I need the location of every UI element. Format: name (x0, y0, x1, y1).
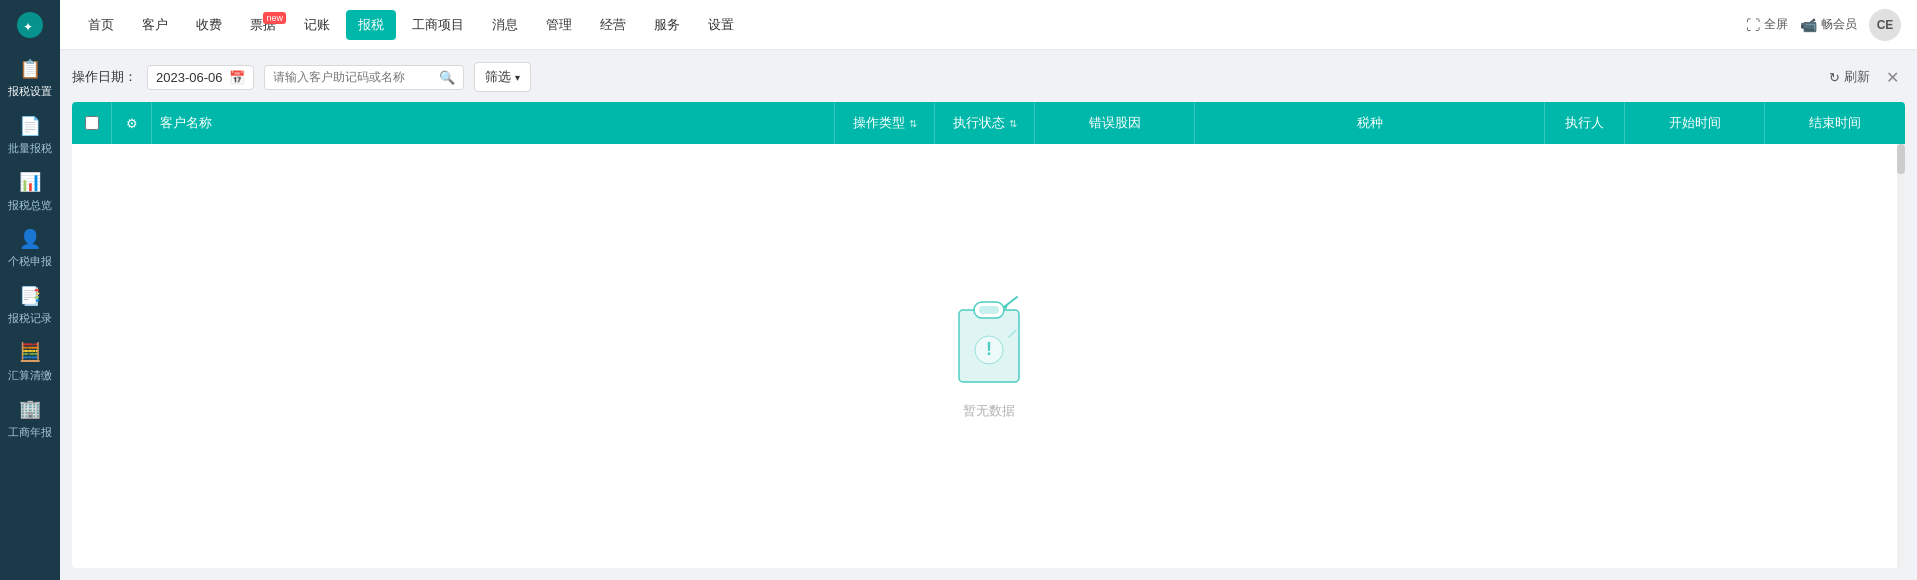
nav-fee[interactable]: 收费 (184, 10, 234, 40)
date-picker[interactable]: 2023-06-06 📅 (147, 65, 254, 90)
search-icon: 🔍 (439, 70, 455, 85)
svg-rect-5 (979, 306, 999, 314)
topnav-right: ⛶ 全屏 📹 畅会员 CE (1746, 9, 1901, 41)
th-error: 错误股因 (1035, 102, 1195, 144)
tax-settings-icon: 📋 (19, 58, 41, 81)
content-panel: 操作日期： 2023-06-06 📅 🔍 筛选 ▾ ↻ 刷新 (60, 50, 1917, 580)
nav-business[interactable]: 工商项目 (400, 10, 476, 40)
th-executor: 执行人 (1545, 102, 1625, 144)
th-start-time: 开始时间 (1625, 102, 1765, 144)
status-sort-icon: ⇅ (1009, 118, 1017, 129)
svg-text:✦: ✦ (23, 20, 33, 34)
th-settings[interactable]: ⚙ (112, 102, 152, 144)
nav-management[interactable]: 管理 (534, 10, 584, 40)
annual-report-icon: 🏢 (19, 398, 41, 421)
new-badge: new (263, 12, 286, 25)
svg-line-8 (1004, 297, 1017, 307)
close-button[interactable]: ✕ (1880, 66, 1905, 89)
nav-account[interactable]: 记账 (292, 10, 342, 40)
select-all-checkbox[interactable] (85, 116, 99, 130)
tax-record-icon: 📑 (19, 285, 41, 308)
fullscreen-icon: ⛶ (1746, 17, 1760, 33)
nav-message[interactable]: 消息 (480, 10, 530, 40)
chevron-down-icon: ▾ (515, 72, 520, 83)
nav-service[interactable]: 服务 (642, 10, 692, 40)
sidebar-item-tax-overview[interactable]: 📊 报税总览 (0, 163, 60, 220)
nav-home[interactable]: 首页 (76, 10, 126, 40)
table-header: ⚙ 客户名称 操作类型 ⇅ 执行状态 ⇅ 错误股因 (72, 102, 1905, 144)
th-tax-type: 税种 (1195, 102, 1545, 144)
svg-text:!: ! (986, 339, 992, 359)
th-status[interactable]: 执行状态 ⇅ (935, 102, 1035, 144)
sidebar-item-batch-tax[interactable]: 📄 批量报税 (0, 107, 60, 164)
scrollbar-thumb[interactable] (1897, 144, 1905, 174)
member-button[interactable]: 📹 畅会员 (1800, 16, 1857, 33)
data-table: ⚙ 客户名称 操作类型 ⇅ 执行状态 ⇅ 错误股因 (72, 102, 1905, 568)
sidebar-logo: ✦ (0, 0, 60, 50)
avatar[interactable]: CE (1869, 9, 1901, 41)
date-label: 操作日期： (72, 68, 137, 86)
search-input[interactable] (273, 70, 433, 84)
op-type-sort-icon: ⇅ (909, 118, 917, 129)
th-op-type[interactable]: 操作类型 ⇅ (835, 102, 935, 144)
nav-finance[interactable]: 经营 (588, 10, 638, 40)
empty-text: 暂无数据 (963, 402, 1015, 420)
empty-illustration-svg: ! (949, 292, 1029, 392)
personal-tax-icon: 👤 (19, 228, 41, 251)
sidebar-item-personal-tax[interactable]: 👤 个税申报 (0, 220, 60, 277)
top-navigation: 首页 客户 收费 票据 new 记账 报税 工商项目 消息 管理 经营 服务 设… (60, 0, 1917, 50)
refresh-icon: ↻ (1829, 70, 1840, 85)
sidebar-item-settlement[interactable]: 🧮 汇算清缴 (0, 333, 60, 390)
search-box[interactable]: 🔍 (264, 65, 464, 90)
table-body: ! 暂无数据 (72, 144, 1905, 568)
empty-state: ! 暂无数据 (949, 292, 1029, 420)
th-checkbox[interactable] (72, 102, 112, 144)
settlement-icon: 🧮 (19, 341, 41, 364)
filter-button[interactable]: 筛选 ▾ (474, 62, 531, 92)
batch-tax-icon: 📄 (19, 115, 41, 138)
tax-overview-icon: 📊 (19, 171, 41, 194)
fullscreen-button[interactable]: ⛶ 全屏 (1746, 16, 1788, 33)
nav-tax[interactable]: 报税 (346, 10, 396, 40)
main: 首页 客户 收费 票据 new 记账 报税 工商项目 消息 管理 经营 服务 设… (60, 0, 1917, 580)
sidebar: ✦ 📋 报税设置 📄 批量报税 📊 报税总览 👤 个税申报 📑 报税记录 🧮 汇… (0, 0, 60, 580)
nav-items: 首页 客户 收费 票据 new 记账 报税 工商项目 消息 管理 经营 服务 设… (76, 10, 1746, 40)
th-client: 客户名称 (152, 102, 835, 144)
calendar-icon: 📅 (229, 70, 245, 85)
video-icon: 📹 (1800, 17, 1817, 33)
nav-invoice[interactable]: 票据 new (238, 10, 288, 40)
content: 操作日期： 2023-06-06 📅 🔍 筛选 ▾ ↻ 刷新 (60, 50, 1917, 580)
nav-client[interactable]: 客户 (130, 10, 180, 40)
th-end-time: 结束时间 (1765, 102, 1905, 144)
date-value: 2023-06-06 (156, 70, 223, 85)
settings-icon: ⚙ (126, 116, 138, 131)
toolbar: 操作日期： 2023-06-06 📅 🔍 筛选 ▾ ↻ 刷新 (72, 62, 1905, 92)
refresh-button[interactable]: ↻ 刷新 (1829, 68, 1870, 86)
sidebar-item-annual-report[interactable]: 🏢 工商年报 (0, 390, 60, 447)
scrollbar-track[interactable] (1897, 144, 1905, 568)
nav-settings[interactable]: 设置 (696, 10, 746, 40)
sidebar-item-tax-record[interactable]: 📑 报税记录 (0, 277, 60, 334)
sidebar-item-tax-settings[interactable]: 📋 报税设置 (0, 50, 60, 107)
